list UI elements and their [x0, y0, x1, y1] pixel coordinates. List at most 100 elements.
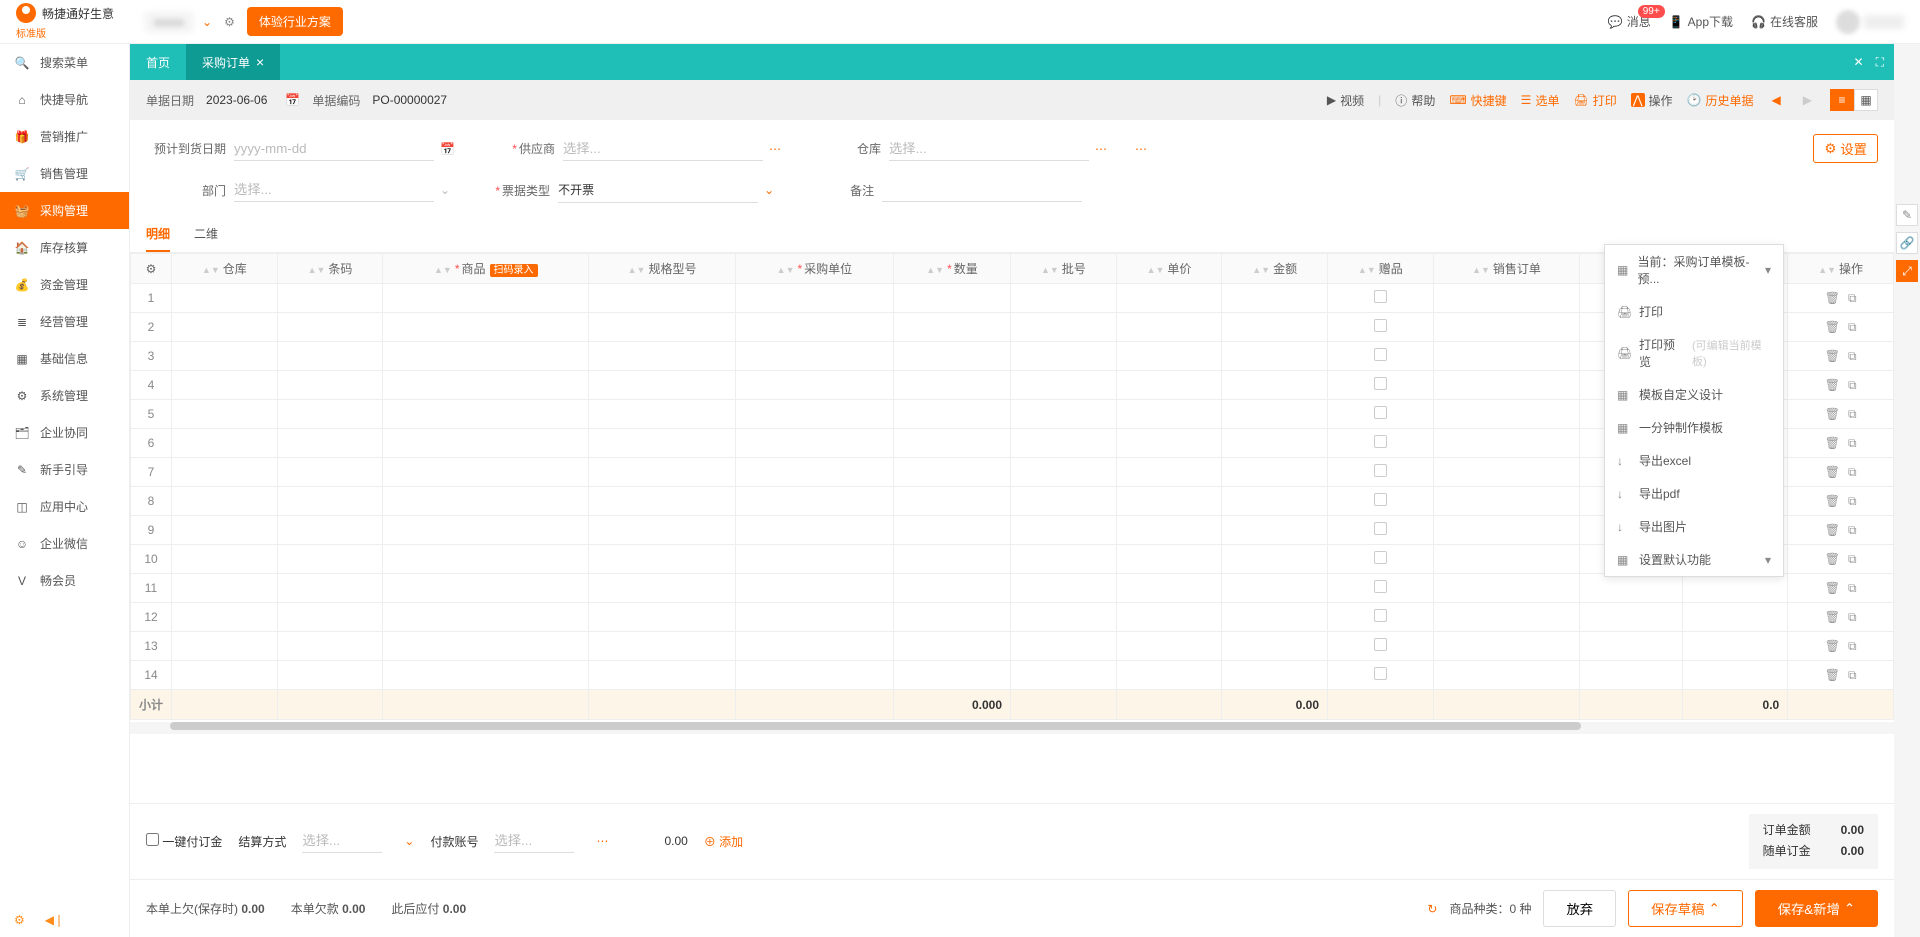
acct-select[interactable] [494, 829, 574, 853]
copy-icon[interactable]: ⧉ [1848, 436, 1857, 451]
view-list-icon[interactable]: ≡ [1830, 89, 1854, 111]
copy-icon[interactable]: ⧉ [1848, 465, 1857, 480]
more-icon[interactable]: ⋯ [1095, 142, 1107, 156]
delete-icon[interactable]: 🗑 [1825, 320, 1840, 335]
col-5[interactable]: ▲▼*数量 [893, 254, 1010, 284]
warehouse-select[interactable] [889, 137, 1089, 161]
gift-checkbox[interactable] [1374, 580, 1387, 593]
sidebar-item-4[interactable]: 🧺采购管理 [0, 192, 129, 229]
messages-button[interactable]: 💬 消息 99+ [1608, 13, 1651, 30]
col-10[interactable]: ▲▼销售订单 [1433, 254, 1580, 284]
delete-icon[interactable]: 🗑 [1825, 610, 1840, 625]
more-icon[interactable]: ⋯ [769, 142, 781, 156]
view-grid-icon[interactable]: ▦ [1854, 89, 1878, 111]
prev-doc-icon[interactable]: ◀ [1768, 93, 1785, 107]
invoice-select[interactable]: 不开票 [558, 177, 758, 203]
save-draft-button[interactable]: 保存草稿⌃ [1628, 890, 1742, 927]
dropdown-item-4[interactable]: ▦一分钟制作模板 [1605, 411, 1783, 444]
close-icon[interactable]: × [256, 54, 264, 70]
help-link[interactable]: ⓘ帮助 [1395, 92, 1435, 109]
settings-icon[interactable]: ⚙ [14, 913, 25, 927]
copy-icon[interactable]: ⧉ [1848, 378, 1857, 393]
copy-icon[interactable]: ⧉ [1848, 291, 1857, 306]
print-link[interactable]: 🖨打印 [1573, 92, 1616, 109]
gift-checkbox[interactable] [1374, 377, 1387, 390]
dropdown-item-3[interactable]: ▦模板自定义设计 [1605, 378, 1783, 411]
dropdown-item-2[interactable]: 🖨打印预览(可编辑当前模板) [1605, 328, 1783, 378]
sidebar-item-6[interactable]: 💰资金管理 [0, 266, 129, 303]
calendar-icon[interactable]: 📅 [440, 142, 455, 156]
copy-icon[interactable]: ⧉ [1848, 349, 1857, 364]
add-account-button[interactable]: ⊕ 添加 [704, 833, 743, 850]
table-tab-1[interactable]: 二维 [194, 217, 218, 252]
copy-icon[interactable]: ⧉ [1848, 407, 1857, 422]
doc-date[interactable]: 2023-06-06 [206, 93, 267, 107]
supplier-select[interactable] [563, 137, 763, 161]
col-2[interactable]: ▲▼*商品扫码录入 [383, 254, 589, 284]
copy-icon[interactable]: ⧉ [1848, 494, 1857, 509]
col-1[interactable]: ▲▼条码 [277, 254, 383, 284]
sidebar-item-9[interactable]: ⚙系统管理 [0, 377, 129, 414]
gift-checkbox[interactable] [1374, 464, 1387, 477]
table-row[interactable]: 12🗑⧉ [131, 603, 1894, 632]
dropdown-item-8[interactable]: ▦设置默认功能▾ [1605, 543, 1783, 576]
save-new-button[interactable]: 保存&新增⌃ [1755, 890, 1878, 927]
next-doc-icon[interactable]: ▶ [1799, 93, 1816, 107]
chevron-down-icon[interactable]: ⌄ [404, 834, 414, 848]
delete-icon[interactable]: 🗑 [1825, 465, 1840, 480]
dropdown-item-5[interactable]: ↓导出excel [1605, 444, 1783, 477]
col-gear[interactable]: ⚙ [131, 254, 172, 284]
gear-icon[interactable]: ⚙ [224, 15, 235, 29]
onekey-deposit-checkbox[interactable]: 一键付订金 [146, 833, 222, 850]
delete-icon[interactable]: 🗑 [1825, 494, 1840, 509]
delete-icon[interactable]: 🗑 [1825, 378, 1840, 393]
sidebar-item-10[interactable]: 🗂企业协同 [0, 414, 129, 451]
delete-icon[interactable]: 🗑 [1825, 291, 1840, 306]
horizontal-scrollbar[interactable] [130, 722, 1894, 734]
col-6[interactable]: ▲▼批号 [1011, 254, 1117, 284]
sidebar-item-8[interactable]: ▦基础信息 [0, 340, 129, 377]
table-row[interactable]: 14🗑⧉ [131, 661, 1894, 690]
sidebar-item-11[interactable]: ✎新手引导 [0, 451, 129, 488]
gift-checkbox[interactable] [1374, 609, 1387, 622]
table-row[interactable]: 13🗑⧉ [131, 632, 1894, 661]
delete-icon[interactable]: 🗑 [1825, 349, 1840, 364]
col-4[interactable]: ▲▼*采购单位 [735, 254, 893, 284]
rail-attach-icon[interactable]: 🔗 [1896, 232, 1918, 254]
settle-select[interactable] [302, 829, 382, 853]
col-7[interactable]: ▲▼单价 [1116, 254, 1222, 284]
sidebar-item-2[interactable]: 🎁营销推广 [0, 118, 129, 155]
dropdown-item-1[interactable]: 🖨打印 [1605, 295, 1783, 328]
gift-checkbox[interactable] [1374, 319, 1387, 332]
rail-expand-icon[interactable]: ⤢ [1896, 260, 1918, 282]
gift-checkbox[interactable] [1374, 435, 1387, 448]
sidebar-item-12[interactable]: ◫应用中心 [0, 488, 129, 525]
delete-icon[interactable]: 🗑 [1825, 407, 1840, 422]
gift-checkbox[interactable] [1374, 493, 1387, 506]
dropdown-item-0[interactable]: ▦当前：采购订单模板-预...▾ [1605, 245, 1783, 295]
dropdown-item-7[interactable]: ↓导出图片 [1605, 510, 1783, 543]
delete-icon[interactable]: 🗑 [1825, 523, 1840, 538]
app-download-button[interactable]: 📱 App下载 [1669, 13, 1733, 30]
sidebar-item-1[interactable]: ⌂快捷导航 [0, 81, 129, 118]
sidebar-item-5[interactable]: 🏠库存核算 [0, 229, 129, 266]
delete-icon[interactable]: 🗑 [1825, 668, 1840, 683]
arrive-date-input[interactable] [234, 137, 434, 161]
gift-checkbox[interactable] [1374, 290, 1387, 303]
cta-button[interactable]: 体验行业方案 [247, 7, 343, 36]
tab-close-all-icon[interactable]: ✕ [1854, 55, 1864, 69]
col-13[interactable]: ▲▼操作 [1788, 254, 1894, 284]
more-icon[interactable]: ⋯ [596, 834, 608, 848]
discard-button[interactable]: 放弃 [1543, 890, 1616, 927]
dropdown-item-6[interactable]: ↓导出pdf [1605, 477, 1783, 510]
gift-checkbox[interactable] [1374, 522, 1387, 535]
remark-input[interactable] [882, 178, 1082, 202]
settings-button[interactable]: ⚙设置 [1813, 134, 1878, 163]
gift-checkbox[interactable] [1374, 638, 1387, 651]
fullscreen-icon[interactable]: ⛶ [1876, 55, 1884, 70]
rail-note-icon[interactable]: ✎ [1896, 204, 1918, 226]
delete-icon[interactable]: 🗑 [1825, 581, 1840, 596]
sidebar-item-14[interactable]: V畅会员 [0, 562, 129, 599]
video-link[interactable]: ▶视频 [1327, 92, 1364, 109]
col-3[interactable]: ▲▼规格型号 [589, 254, 736, 284]
